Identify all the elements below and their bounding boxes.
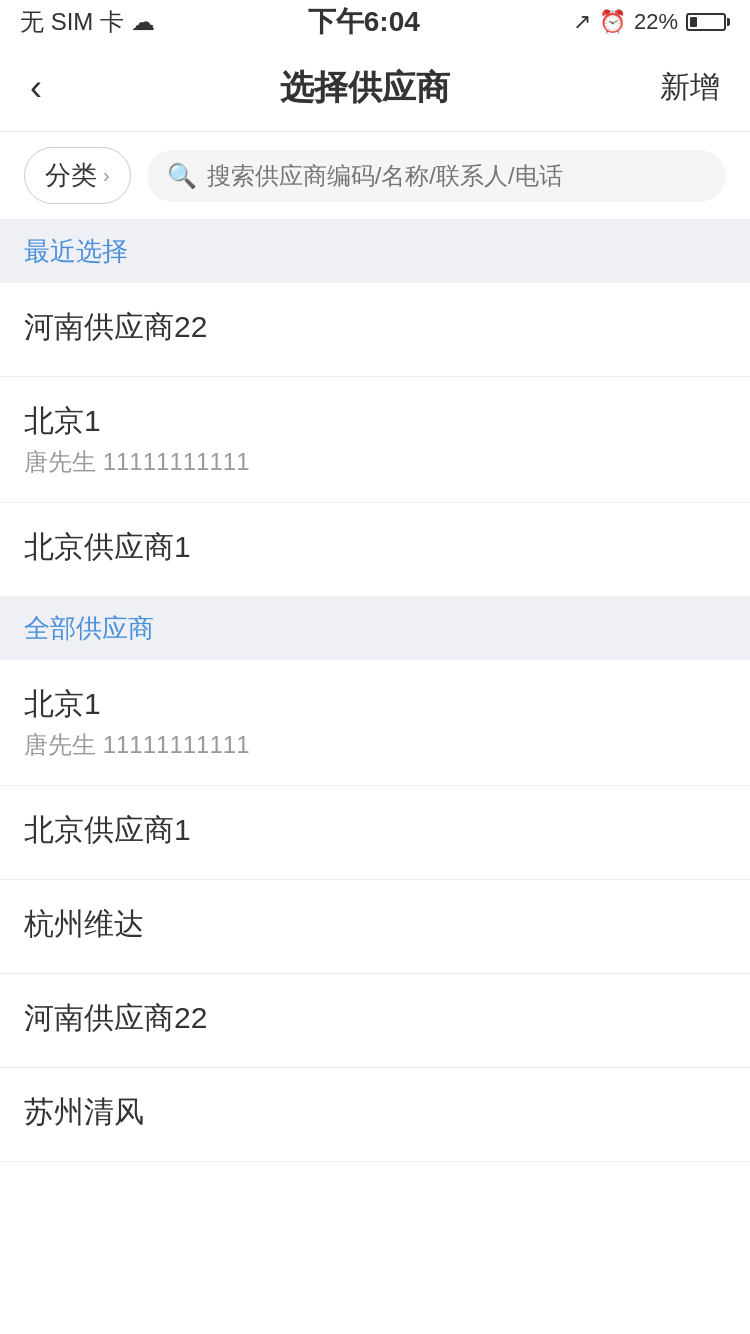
- add-button[interactable]: 新增: [640, 67, 720, 108]
- search-input[interactable]: [207, 162, 706, 190]
- list-item[interactable]: 北京供应商1: [0, 786, 750, 880]
- list-item[interactable]: 河南供应商22: [0, 974, 750, 1068]
- back-button[interactable]: ‹: [30, 67, 90, 109]
- item-sub: 唐先生 11111111111: [24, 729, 726, 761]
- search-box[interactable]: 🔍: [147, 150, 726, 202]
- location-icon: ↗: [573, 9, 591, 35]
- category-button[interactable]: 分类 ›: [24, 147, 131, 204]
- item-name: 杭州维达: [24, 904, 726, 945]
- item-name: 北京1: [24, 401, 726, 442]
- item-name: 北京供应商1: [24, 527, 726, 568]
- status-bar: 无 SIM 卡 ☁ 下午6:04 ↗ ⏰ 22%: [0, 0, 750, 44]
- item-name: 河南供应商22: [24, 307, 726, 348]
- status-right: ↗ ⏰ 22%: [573, 9, 730, 35]
- list-item[interactable]: 北京1 唐先生 11111111111: [0, 660, 750, 786]
- chevron-right-icon: ›: [103, 164, 110, 187]
- list-item[interactable]: 北京1 唐先生 11111111111: [0, 377, 750, 503]
- list-item[interactable]: 河南供应商22: [0, 283, 750, 377]
- list-item[interactable]: 苏州清风: [0, 1068, 750, 1162]
- supplier-list: 最近选择河南供应商22 北京1 唐先生 11111111111 北京供应商1 全部供应商…: [0, 220, 750, 1162]
- status-left: 无 SIM 卡 ☁: [20, 6, 155, 38]
- category-label: 分类: [45, 158, 97, 193]
- nav-bar: ‹ 选择供应商 新增: [0, 44, 750, 132]
- list-item[interactable]: 北京供应商1: [0, 503, 750, 597]
- no-sim-text: 无 SIM 卡 ☁: [20, 6, 155, 38]
- status-time: 下午6:04: [308, 3, 420, 41]
- battery-text: 22%: [634, 9, 678, 35]
- item-name: 苏州清风: [24, 1092, 726, 1133]
- battery-icon: [686, 13, 730, 31]
- list-item[interactable]: 杭州维达: [0, 880, 750, 974]
- page-title: 选择供应商: [280, 65, 450, 111]
- item-name: 河南供应商22: [24, 998, 726, 1039]
- item-name: 北京1: [24, 684, 726, 725]
- filter-bar: 分类 › 🔍: [0, 132, 750, 220]
- item-name: 北京供应商1: [24, 810, 726, 851]
- section-header-recent: 最近选择: [0, 220, 750, 283]
- section-header-all: 全部供应商: [0, 597, 750, 660]
- item-sub: 唐先生 11111111111: [24, 446, 726, 478]
- search-icon: 🔍: [167, 162, 197, 190]
- alarm-icon: ⏰: [599, 9, 626, 35]
